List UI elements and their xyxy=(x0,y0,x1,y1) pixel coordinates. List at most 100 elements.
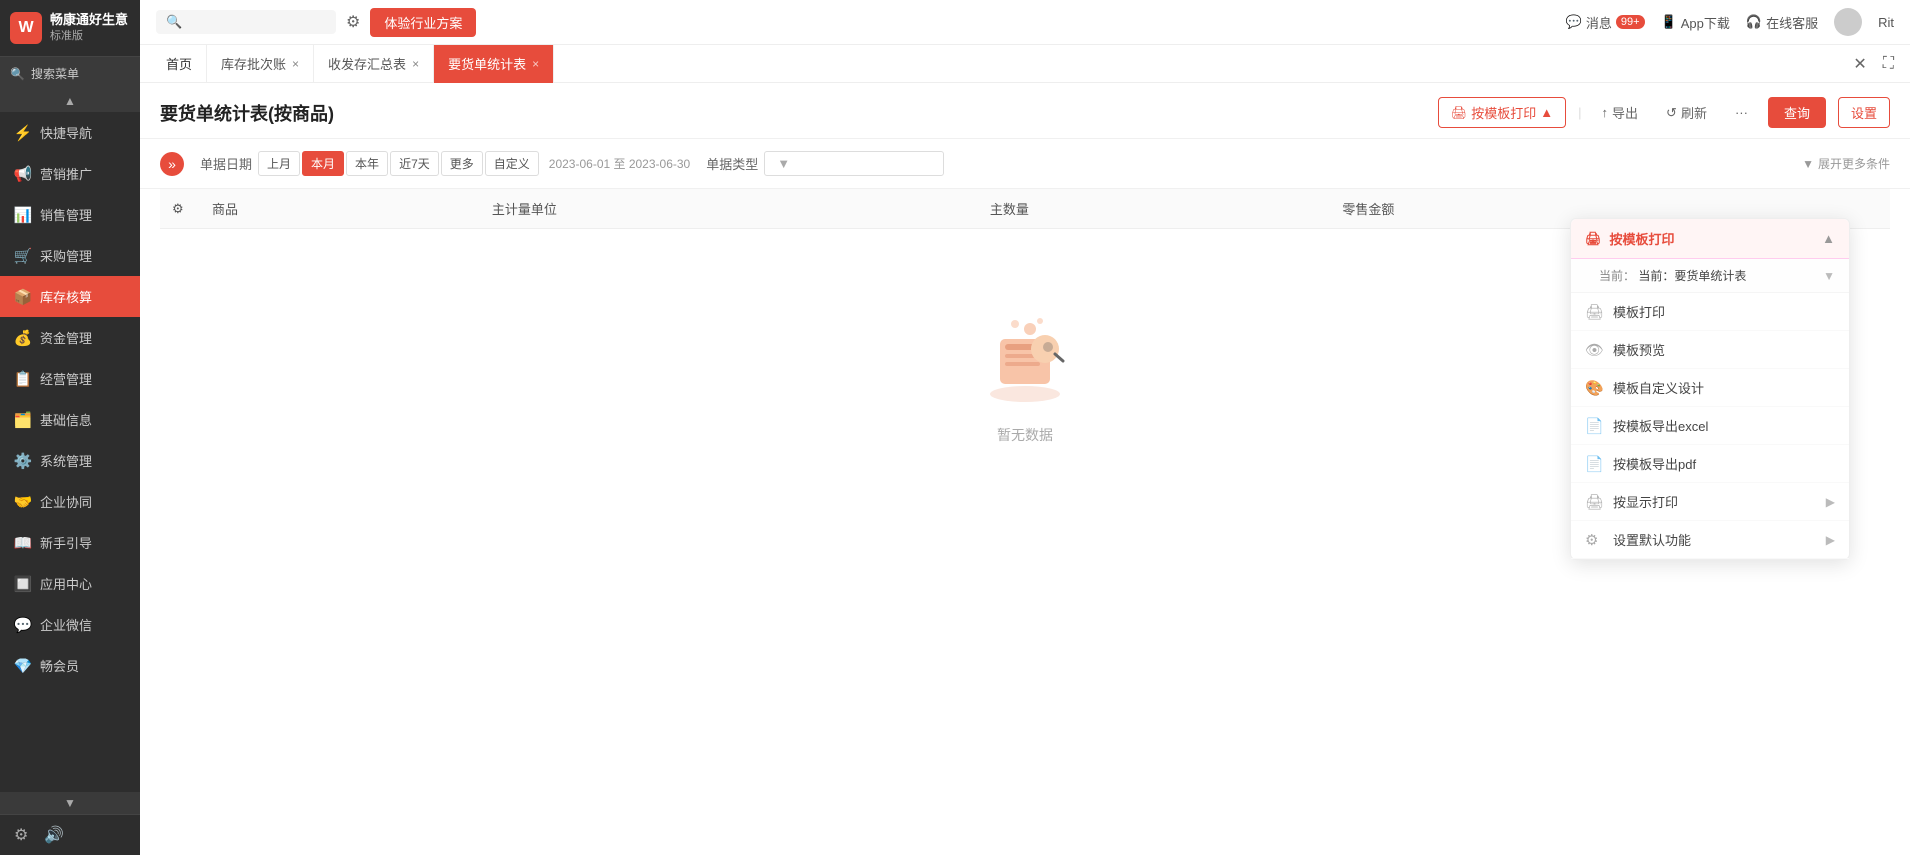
display-print-left: 🖨 按显示打印 xyxy=(1585,492,1678,511)
sidebar-item-guide[interactable]: 📖 新手引导 xyxy=(0,522,140,563)
dropdown-print-icon: 🖨 xyxy=(1585,231,1602,247)
sidebar-search[interactable]: 🔍 搜索菜单 xyxy=(0,57,140,90)
system-icon: ⚙️ xyxy=(14,452,32,470)
expand-icon: ▼ xyxy=(1802,157,1814,171)
trial-button[interactable]: 体验行业方案 xyxy=(370,8,476,37)
message-badge: 99+ xyxy=(1616,15,1645,29)
print-arrow-icon: ▲ xyxy=(1540,105,1553,120)
dropdown-header: 🖨 按模板打印 ▲ xyxy=(1571,219,1849,259)
tabbar-close-btn[interactable]: ✕ xyxy=(1849,50,1870,78)
refresh-btn[interactable]: ↺ 刷新 xyxy=(1658,99,1715,126)
sidebar-scroll-down[interactable]: ▼ xyxy=(0,792,140,814)
sidebar-item-sales[interactable]: 📊 销售管理 xyxy=(0,194,140,235)
sidebar-item-inventory[interactable]: 📦 库存核算 xyxy=(0,276,140,317)
page-title: 要货单统计表(按商品) xyxy=(160,100,334,126)
operations-icon: 📋 xyxy=(14,370,32,388)
dropdown-item-template-print[interactable]: 🖨 模板打印 xyxy=(1571,293,1849,331)
current-label: 当前： xyxy=(1599,269,1635,283)
sidebar-item-label: 销售管理 xyxy=(40,205,92,224)
filter-toggle-btn[interactable]: » xyxy=(160,152,184,176)
settings-btn[interactable]: 设置 xyxy=(1838,97,1890,128)
topbar-search-icon: 🔍 xyxy=(166,14,182,30)
sidebar-item-vip[interactable]: 💎 畅会员 xyxy=(0,645,140,686)
inventory-icon: 📦 xyxy=(14,288,32,306)
date-btn-this-year[interactable]: 本年 xyxy=(346,151,388,176)
expand-more-btn[interactable]: ▼ 展开更多条件 xyxy=(1802,155,1890,172)
dropdown-current-template[interactable]: 当前： 当前：要货单统计表 ▼ xyxy=(1571,259,1849,293)
app-icon: 📱 xyxy=(1661,14,1677,30)
template-print-label: 模板打印 xyxy=(1613,302,1665,321)
type-select[interactable]: ▼ xyxy=(764,151,944,176)
appstore-icon: 🔲 xyxy=(14,575,32,593)
settings-bottom-icon[interactable]: ⚙ xyxy=(14,825,28,845)
type-select-arrow: ▼ xyxy=(777,156,790,171)
date-btn-more[interactable]: 更多 xyxy=(441,151,483,176)
sidebar-item-system[interactable]: ⚙️ 系统管理 xyxy=(0,440,140,481)
dropdown-close-btn[interactable]: ▲ xyxy=(1822,231,1835,246)
search-icon: 🔍 xyxy=(10,67,25,81)
tab-close-order-stats[interactable]: × xyxy=(532,57,539,71)
tab-home[interactable]: 首页 xyxy=(152,45,207,83)
sidebar-item-finance[interactable]: 💰 资金管理 xyxy=(0,317,140,358)
current-value: 当前：要货单统计表 xyxy=(1638,269,1746,283)
dropdown-item-export-pdf[interactable]: 📄 按模板导出pdf xyxy=(1571,445,1849,483)
date-btn-7days[interactable]: 近7天 xyxy=(390,151,439,176)
sidebar-item-marketing[interactable]: 📢 营销推广 xyxy=(0,153,140,194)
dropdown-item-default-func[interactable]: ⚙ 设置默认功能 ▶ xyxy=(1571,521,1849,559)
message-button[interactable]: 💬 消息 99+ xyxy=(1566,13,1645,32)
dropdown-item-template-custom[interactable]: 🎨 模板自定义设计 xyxy=(1571,369,1849,407)
date-btn-last-month[interactable]: 上月 xyxy=(258,151,300,176)
more-actions-btn[interactable]: ··· xyxy=(1727,101,1756,124)
export-pdf-label: 按模板导出pdf xyxy=(1613,454,1696,473)
dropdown-item-template-preview[interactable]: 👁 模板预览 xyxy=(1571,331,1849,369)
print-template-btn[interactable]: 🖨 按模板打印 ▲ xyxy=(1438,97,1566,128)
export-btn[interactable]: ↑ 导出 xyxy=(1594,99,1647,126)
expand-label: 展开更多条件 xyxy=(1818,155,1890,172)
tab-close-receipts[interactable]: × xyxy=(412,57,419,71)
tabbar: 首页 库存批次账 × 收发存汇总表 × 要货单统计表 × ✕ ⛶ xyxy=(140,45,1910,83)
message-label: 消息 xyxy=(1586,13,1612,32)
sidebar-item-weixin[interactable]: 💬 企业微信 xyxy=(0,604,140,645)
page-content: 要货单统计表(按商品) 🖨 按模板打印 ▲ | ↑ 导出 ↺ 刷新 xyxy=(140,83,1910,855)
sidebar-item-label: 系统管理 xyxy=(40,451,92,470)
date-range-text: 2023-06-01 至 2023-06-30 xyxy=(549,155,690,172)
tab-order-stats[interactable]: 要货单统计表 × xyxy=(434,45,554,83)
page-header: 要货单统计表(按商品) 🖨 按模板打印 ▲ | ↑ 导出 ↺ 刷新 xyxy=(140,83,1910,139)
date-btn-this-month[interactable]: 本月 xyxy=(302,151,344,176)
display-print-icon: 🖨 xyxy=(1585,493,1603,511)
sound-icon[interactable]: 🔊 xyxy=(44,825,64,845)
tab-receipts-summary[interactable]: 收发存汇总表 × xyxy=(314,45,434,83)
sidebar-item-purchase[interactable]: 🛒 采购管理 xyxy=(0,235,140,276)
sidebar-nav: ⚡ 快捷导航 📢 营销推广 📊 销售管理 🛒 采购管理 📦 库存核算 💰 资金管… xyxy=(0,112,140,792)
tabbar-expand-btn[interactable]: ⛶ xyxy=(1879,51,1898,77)
sidebar-item-basic[interactable]: 🗂️ 基础信息 xyxy=(0,399,140,440)
sidebar-item-appstore[interactable]: 🔲 应用中心 xyxy=(0,563,140,604)
user-avatar[interactable] xyxy=(1834,8,1862,36)
topbar-search-input[interactable] xyxy=(188,15,326,29)
tab-close-batch-accounts[interactable]: × xyxy=(292,57,299,71)
query-btn[interactable]: 查询 xyxy=(1768,97,1826,128)
export-pdf-icon: 📄 xyxy=(1585,455,1603,473)
date-btn-custom[interactable]: 自定义 xyxy=(485,151,539,176)
topbar-gear-icon[interactable]: ⚙ xyxy=(346,12,360,32)
export-icon: ↑ xyxy=(1602,105,1609,120)
service-icon: 🎧 xyxy=(1746,14,1762,30)
sidebar-item-label: 应用中心 xyxy=(40,574,92,593)
app-download-button[interactable]: 📱 App下载 xyxy=(1661,13,1730,32)
topbar-search-box[interactable]: 🔍 xyxy=(156,10,336,34)
col-settings[interactable]: ⚙ xyxy=(160,189,200,229)
sidebar-item-operations[interactable]: 📋 经营管理 xyxy=(0,358,140,399)
sidebar-item-corp[interactable]: 🤝 企业协同 xyxy=(0,481,140,522)
sidebar-scroll-up[interactable]: ▲ xyxy=(0,90,140,112)
sidebar-item-label: 畅会员 xyxy=(40,656,79,675)
online-service-button[interactable]: 🎧 在线客服 xyxy=(1746,13,1818,32)
empty-message: 暂无数据 xyxy=(997,425,1053,445)
dropdown-item-export-excel[interactable]: 📄 按模板导出excel xyxy=(1571,407,1849,445)
tab-label: 库存批次账 xyxy=(221,54,286,73)
tab-batch-accounts[interactable]: 库存批次账 × xyxy=(207,45,314,83)
refresh-icon: ↺ xyxy=(1666,105,1677,121)
dropdown-item-display-print[interactable]: 🖨 按显示打印 ▶ xyxy=(1571,483,1849,521)
page-actions: 🖨 按模板打印 ▲ | ↑ 导出 ↺ 刷新 ··· 查询 设置 xyxy=(1438,97,1890,128)
sidebar-item-quicknav[interactable]: ⚡ 快捷导航 xyxy=(0,112,140,153)
export-excel-label: 按模板导出excel xyxy=(1613,416,1708,435)
